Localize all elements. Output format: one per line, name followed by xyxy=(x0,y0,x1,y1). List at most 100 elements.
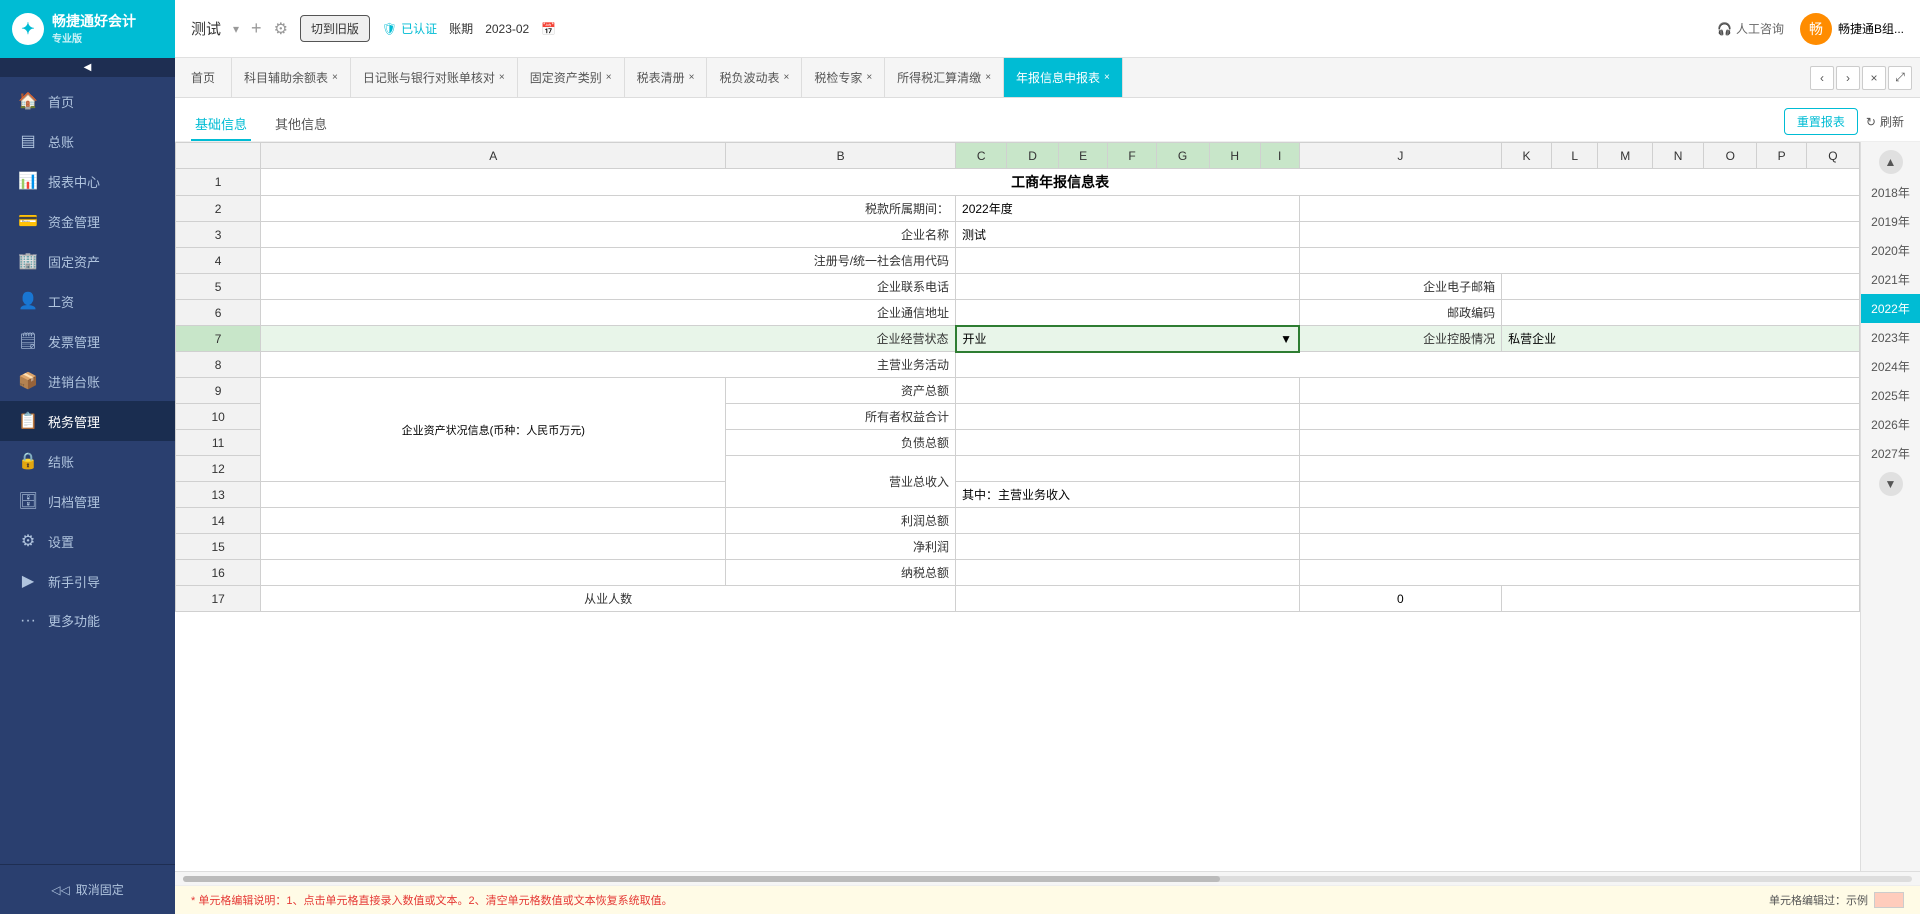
year-item-2022[interactable]: 2022年 xyxy=(1861,294,1920,323)
cell-14-b: 利润总额 xyxy=(726,508,956,534)
sidebar-label-tax: 税务管理 xyxy=(48,412,100,431)
year-item-2018[interactable]: 2018年 xyxy=(1861,178,1920,207)
cell-14-c[interactable] xyxy=(956,508,1300,534)
tab-journal-bank[interactable]: 日记账与银行对账单核对 × xyxy=(351,58,518,98)
refresh-btn[interactable]: ↻ 刷新 xyxy=(1866,113,1904,130)
cell-2-c[interactable]: 2022年度 xyxy=(956,196,1300,222)
cell-6-k[interactable] xyxy=(1502,300,1860,326)
reset-btn[interactable]: 重置报表 xyxy=(1784,108,1858,135)
sidebar-item-more[interactable]: ··· 更多功能 xyxy=(0,601,175,640)
table-row: 4 注册号/统一社会信用代码 xyxy=(176,248,1860,274)
cell-15-c[interactable] xyxy=(956,534,1300,560)
sidebar-item-archive[interactable]: 🗄 归档管理 xyxy=(0,481,175,521)
cell-17-j[interactable]: 0 xyxy=(1299,586,1502,612)
cell-17-c[interactable] xyxy=(956,586,1300,612)
cell-16-c[interactable] xyxy=(956,560,1300,586)
year-scroll-up-btn[interactable]: ▲ xyxy=(1879,150,1903,174)
cell-2-a: 税款所属期间： xyxy=(261,196,956,222)
shield-icon: 🛡 xyxy=(382,22,397,36)
cell-9-c[interactable] xyxy=(956,378,1300,404)
cell-3-c[interactable]: 测试 xyxy=(956,222,1300,248)
tab-annual-report[interactable]: 年报信息申报表 × xyxy=(1004,58,1123,98)
year-item-2027[interactable]: 2027年 xyxy=(1861,439,1920,468)
row-num-16: 16 xyxy=(176,560,261,586)
cell-8-c[interactable] xyxy=(956,352,1860,378)
cell-12-c[interactable] xyxy=(956,456,1300,482)
year-item-2025[interactable]: 2025年 xyxy=(1861,381,1920,410)
topbar-add-btn[interactable]: + xyxy=(251,18,262,39)
tab-income-tax[interactable]: 所得税汇算清缴 × xyxy=(885,58,1004,98)
sidebar-item-asset[interactable]: 🏢 固定资产 xyxy=(0,241,175,281)
cell-1-title[interactable]: 工商年报信息表 xyxy=(261,169,1860,196)
table-row: 3 企业名称 测试 xyxy=(176,222,1860,248)
tab-fixed-asset-type[interactable]: 固定资产类别 × xyxy=(518,58,625,98)
tab-tax-expert-close[interactable]: × xyxy=(866,72,872,83)
sidebar-item-ledger[interactable]: ▤ 总账 xyxy=(0,121,175,161)
cell-13-c[interactable]: 其中：主营业务收入 xyxy=(956,482,1300,508)
subtab-basic[interactable]: 基础信息 xyxy=(191,108,251,141)
tab-prev-btn[interactable]: ‹ xyxy=(1810,66,1834,90)
sidebar-label-ledger: 总账 xyxy=(48,132,74,151)
sidebar-label-settings: 设置 xyxy=(48,532,74,551)
year-panel: ▲ 2018年 2019年 2020年 2021年 2022年 2023年 20… xyxy=(1860,142,1920,871)
sidebar-item-guide[interactable]: ▶ 新手引导 xyxy=(0,561,175,601)
tab-income-tax-close[interactable]: × xyxy=(985,72,991,83)
sidebar-item-fund[interactable]: 💳 资金管理 xyxy=(0,201,175,241)
cell-10-c[interactable] xyxy=(956,404,1300,430)
logo-sub: 专业版 xyxy=(52,30,136,45)
tab-tax-form[interactable]: 税表清册 × xyxy=(625,58,708,98)
sidebar-item-settings[interactable]: ⚙ 设置 xyxy=(0,521,175,561)
sidebar-item-inventory[interactable]: 📦 进销台账 xyxy=(0,361,175,401)
col-header-c: C xyxy=(956,143,1007,169)
cell-5-k[interactable] xyxy=(1502,274,1860,300)
tab-aux-balance[interactable]: 科目辅助余额表 × xyxy=(232,58,351,98)
year-item-2023[interactable]: 2023年 xyxy=(1861,323,1920,352)
tab-tax-fluctuation[interactable]: 税负波动表 × xyxy=(707,58,802,98)
tab-next-btn[interactable]: › xyxy=(1836,66,1860,90)
subtab-actions: 重置报表 ↻ 刷新 xyxy=(1784,108,1904,141)
year-item-2019[interactable]: 2019年 xyxy=(1861,207,1920,236)
tab-aux-balance-close[interactable]: × xyxy=(332,72,338,83)
subtab-other[interactable]: 其他信息 xyxy=(271,108,331,141)
row-num-13: 13 xyxy=(176,482,261,508)
asset-icon: 🏢 xyxy=(18,251,38,271)
tab-expand-btn[interactable]: ⤢ xyxy=(1888,66,1912,90)
cell-4-c[interactable] xyxy=(956,248,1300,274)
sidebar-collapse-btn[interactable]: ◀ xyxy=(0,58,175,77)
year-scroll-down-btn[interactable]: ▼ xyxy=(1879,472,1903,496)
topbar-gear-btn[interactable]: ⚙ xyxy=(274,19,288,39)
sidebar-item-tax[interactable]: 📋 税务管理 xyxy=(0,401,175,441)
cancel-fixed-btn[interactable]: ◁◁ 取消固定 xyxy=(0,873,175,906)
cell-7-c[interactable]: 开业 ▼ xyxy=(956,326,1300,352)
cell-11-c[interactable] xyxy=(956,430,1300,456)
dropdown-arrow-icon[interactable]: ▼ xyxy=(1280,332,1292,346)
tab-annual-report-label: 年报信息申报表 xyxy=(1016,69,1100,86)
topbar-dropdown-arrow[interactable]: ▾ xyxy=(233,22,239,36)
tab-annual-report-close[interactable]: × xyxy=(1104,72,1110,83)
spreadsheet-scroll[interactable]: A B C D E F G H I J K L xyxy=(175,142,1860,871)
sidebar-item-home[interactable]: 🏠 首页 xyxy=(0,81,175,121)
calendar-icon[interactable]: 📅 xyxy=(541,22,556,36)
tab-tax-expert[interactable]: 税检专家 × xyxy=(802,58,885,98)
tab-close-all-btn[interactable]: × xyxy=(1862,66,1886,90)
tab-journal-bank-close[interactable]: × xyxy=(499,72,505,83)
year-item-2024[interactable]: 2024年 xyxy=(1861,352,1920,381)
cell-7-k[interactable]: 私营企业 xyxy=(1502,326,1860,352)
cell-6-c[interactable] xyxy=(956,300,1300,326)
year-item-2021[interactable]: 2021年 xyxy=(1861,265,1920,294)
year-item-2020[interactable]: 2020年 xyxy=(1861,236,1920,265)
sidebar-item-invoice[interactable]: 🗒 发票管理 xyxy=(0,321,175,361)
cell-2-j xyxy=(1299,196,1859,222)
cell-5-c[interactable] xyxy=(956,274,1300,300)
old-version-btn[interactable]: 切到旧版 xyxy=(300,15,370,42)
user-menu[interactable]: 畅 畅捷通B组... xyxy=(1800,13,1904,45)
year-item-2026[interactable]: 2026年 xyxy=(1861,410,1920,439)
tab-tax-form-close[interactable]: × xyxy=(689,72,695,83)
sidebar-item-report[interactable]: 📊 报表中心 xyxy=(0,161,175,201)
tab-tax-fluctuation-close[interactable]: × xyxy=(783,72,789,83)
sidebar-item-closeaccount[interactable]: 🔒 结账 xyxy=(0,441,175,481)
sidebar-item-salary[interactable]: 👤 工资 xyxy=(0,281,175,321)
tab-home[interactable]: 首页 xyxy=(175,58,232,98)
consult-btn[interactable]: 🎧 人工咨询 xyxy=(1717,20,1784,37)
tab-fixed-asset-type-close[interactable]: × xyxy=(606,72,612,83)
